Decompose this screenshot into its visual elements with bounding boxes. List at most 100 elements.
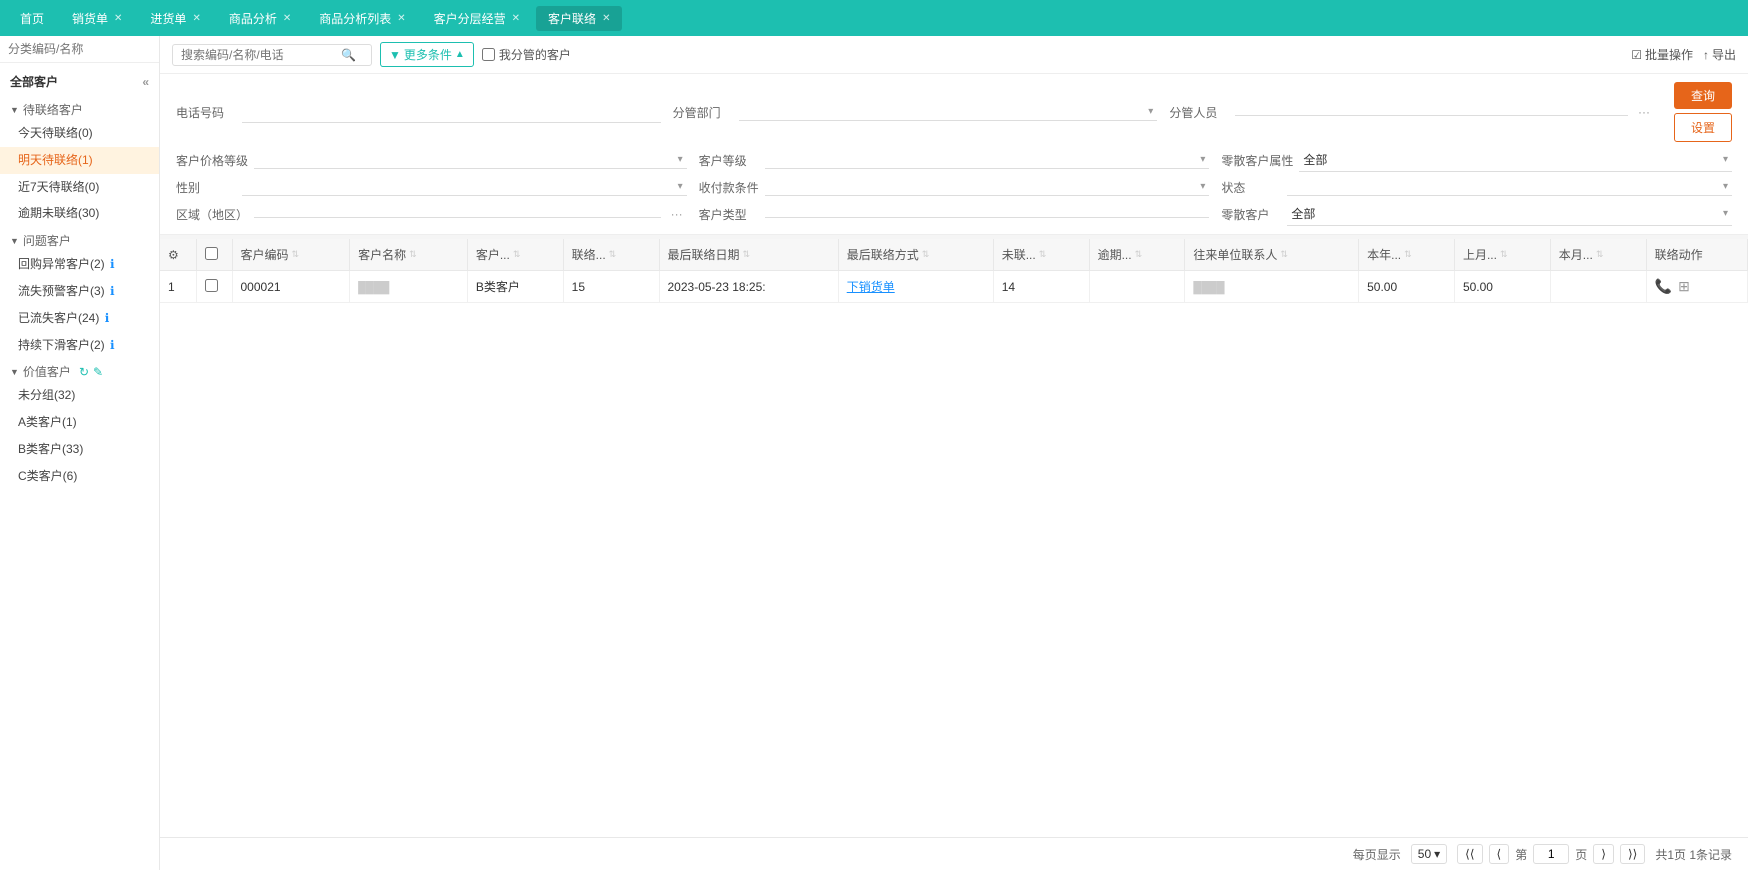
nav-goods-analysis-list[interactable]: 商品分析列表 ✕ xyxy=(307,6,417,31)
customer-type-select[interactable] xyxy=(765,211,1210,218)
customer-grade-select[interactable]: ▾ xyxy=(765,151,1210,169)
phone-input[interactable] xyxy=(242,102,661,123)
sort-unlink-icon[interactable]: ⇅ xyxy=(1039,249,1047,260)
settings-icon[interactable]: ⚙ xyxy=(168,248,179,262)
setting-button[interactable]: 设置 xyxy=(1674,113,1732,142)
page-first-btn[interactable]: ⟨⟨ xyxy=(1457,844,1482,864)
page-label: 第 xyxy=(1515,846,1527,863)
sidebar-item-week[interactable]: 近7天待联络(0) xyxy=(0,174,159,201)
sidebar-item-repurchase[interactable]: 回购异常客户(2) ℹ xyxy=(0,251,159,278)
filter-price-grade: 客户价格等级 ▾ xyxy=(176,151,687,169)
price-grade-select[interactable]: ▾ xyxy=(254,151,687,169)
dept-select[interactable]: ▾ xyxy=(739,103,1158,121)
nav-close-customer-tier[interactable]: ✕ xyxy=(512,13,520,24)
nav-sales[interactable]: 销货单 ✕ xyxy=(60,6,134,31)
export-btn[interactable]: ↑ 导出 xyxy=(1703,46,1736,63)
value-edit-icon[interactable]: ✎ xyxy=(93,365,103,379)
th-this-year: 本年... ⇅ xyxy=(1359,239,1455,271)
filter-chevron-icon: ▲ xyxy=(455,49,465,60)
sidebar-item-overdue[interactable]: 逾期未联络(30) xyxy=(0,200,159,227)
th-action: 联络动作 xyxy=(1646,239,1747,271)
my-customers-checkbox[interactable] xyxy=(482,48,495,61)
filter-icon: ▼ xyxy=(389,48,401,62)
cell-overdue xyxy=(1089,271,1185,303)
sort-unit-icon[interactable]: ⇅ xyxy=(1280,249,1288,260)
sort-year-icon[interactable]: ⇅ xyxy=(1404,249,1412,260)
cell-num: 1 xyxy=(160,271,196,303)
search-icon[interactable]: 🔍 xyxy=(341,48,356,62)
sidebar-item-tomorrow[interactable]: 明天待联络(1) xyxy=(0,147,159,174)
nav-customer-tier[interactable]: 客户分层经营 ✕ xyxy=(422,6,532,31)
sidebar-item-lostwarning[interactable]: 流失预警客户(3) ℹ xyxy=(0,278,159,305)
retail-customer-select[interactable]: 全部 ▾ xyxy=(1287,202,1732,226)
nav-close-goods-list[interactable]: ✕ xyxy=(397,13,405,24)
sort-code-icon[interactable]: ⇅ xyxy=(292,249,300,260)
sidebar-pending-group: ▼ 待联络客户 xyxy=(0,96,159,120)
value-arrow-icon: ▼ xyxy=(10,367,19,377)
nav-close-goods-analysis[interactable]: ✕ xyxy=(283,13,291,24)
info-icon-repurchase: ℹ xyxy=(110,257,115,271)
sidebar-item-today[interactable]: 今天待联络(0) xyxy=(0,120,159,147)
last-method-link[interactable]: 下销货单 xyxy=(847,280,895,294)
sort-overdue-icon[interactable]: ⇅ xyxy=(1135,249,1143,260)
gender-select[interactable]: ▾ xyxy=(242,178,687,196)
page-last-btn[interactable]: ⟩⟩ xyxy=(1620,844,1645,864)
sort-method-icon[interactable]: ⇅ xyxy=(922,249,930,260)
sidebar-item-class-a[interactable]: A类客户(1) xyxy=(0,409,159,436)
sort-type-icon[interactable]: ⇅ xyxy=(513,249,521,260)
page-prev-btn[interactable]: ⟨ xyxy=(1489,844,1510,864)
page-next-btn[interactable]: ⟩ xyxy=(1593,844,1614,864)
filter-row-4: 区域（地区） ··· 客户类型 零散客户 全部 ▾ xyxy=(176,202,1732,226)
table-body: 1 000021 ████ B类客户 15 2023-05-23 18:25: … xyxy=(160,271,1748,303)
sidebar-all-section: 全部客户 « ▼ 待联络客户 今天待联络(0) 明天待联络(1) 近7天待联络(… xyxy=(0,63,159,494)
status-select[interactable]: ▾ xyxy=(1287,178,1732,196)
page-size-select[interactable]: 50 ▾ xyxy=(1411,844,1447,864)
sort-thismonth-icon[interactable]: ⇅ xyxy=(1596,249,1604,260)
payment-select[interactable]: ▾ xyxy=(765,178,1210,196)
nav-customer-contact[interactable]: 客户联络 ✕ xyxy=(536,6,622,31)
sort-date-icon[interactable]: ⇅ xyxy=(743,249,751,260)
region-ellipsis[interactable]: ··· xyxy=(667,207,687,221)
batch-operation-btn[interactable]: ☑ 批量操作 xyxy=(1631,46,1693,63)
query-button[interactable]: 查询 xyxy=(1674,82,1732,109)
sidebar-item-class-b[interactable]: B类客户(33) xyxy=(0,436,159,463)
nav-purchase[interactable]: 进货单 ✕ xyxy=(138,6,212,31)
sidebar-item-class-c[interactable]: C类客户(6) xyxy=(0,463,159,490)
row-checkbox[interactable] xyxy=(205,279,218,292)
my-customers-checkbox-label[interactable]: 我分管的客户 xyxy=(482,46,571,63)
nav-goods-analysis[interactable]: 商品分析 ✕ xyxy=(217,6,303,31)
footer: 每页显示 50 ▾ ⟨⟨ ⟨ 第 页 ⟩ ⟩⟩ 共1页 1条记录 xyxy=(160,837,1748,870)
search-input[interactable] xyxy=(181,48,341,62)
filter-dept: 分管部门 ▾ xyxy=(673,103,1158,121)
sidebar-search-input[interactable] xyxy=(8,42,160,56)
export-icon: ↑ xyxy=(1703,48,1709,62)
action-more-icon[interactable]: ⊞ xyxy=(1678,278,1690,295)
sidebar-item-lost[interactable]: 已流失客户(24) ℹ xyxy=(0,305,159,332)
filter-more-btn[interactable]: ▼ 更多条件 ▲ xyxy=(380,42,474,67)
nav-home[interactable]: 首页 xyxy=(8,6,56,31)
th-checkbox xyxy=(196,239,232,271)
sort-lastmonth-icon[interactable]: ⇅ xyxy=(1500,249,1508,260)
sidebar-item-declining[interactable]: 持续下滑客户(2) ℹ xyxy=(0,332,159,359)
region-select[interactable] xyxy=(254,211,661,218)
value-refresh-icon[interactable]: ↻ xyxy=(79,365,89,379)
nav-close-sales[interactable]: ✕ xyxy=(114,13,122,24)
page-size-chevron: ▾ xyxy=(1434,847,1440,861)
manager-ellipsis[interactable]: ··· xyxy=(1634,105,1654,119)
page-input[interactable] xyxy=(1533,844,1569,864)
table-row: 1 000021 ████ B类客户 15 2023-05-23 18:25: … xyxy=(160,271,1748,303)
nav-close-customer-contact[interactable]: ✕ xyxy=(602,13,610,24)
retail-attr-chevron: ▾ xyxy=(1723,154,1728,165)
retail-customer-label: 零散客户 xyxy=(1221,206,1281,223)
sort-contact-icon[interactable]: ⇅ xyxy=(609,249,617,260)
sidebar-all-customers[interactable]: 全部客户 « xyxy=(0,67,159,96)
sort-name-icon[interactable]: ⇅ xyxy=(409,249,417,260)
table-header-row: ⚙ 客户编码 ⇅ 客户名称 xyxy=(160,239,1748,271)
nav-close-purchase[interactable]: ✕ xyxy=(192,13,200,24)
sidebar-item-ungrouped[interactable]: 未分组(32) xyxy=(0,382,159,409)
retail-attr-select[interactable]: 全部 ▾ xyxy=(1299,148,1732,172)
action-phone-icon[interactable]: 📞 xyxy=(1655,278,1672,295)
select-all-checkbox[interactable] xyxy=(205,247,218,260)
manager-select[interactable] xyxy=(1235,109,1628,116)
th-unlinkdays: 未联... ⇅ xyxy=(993,239,1089,271)
